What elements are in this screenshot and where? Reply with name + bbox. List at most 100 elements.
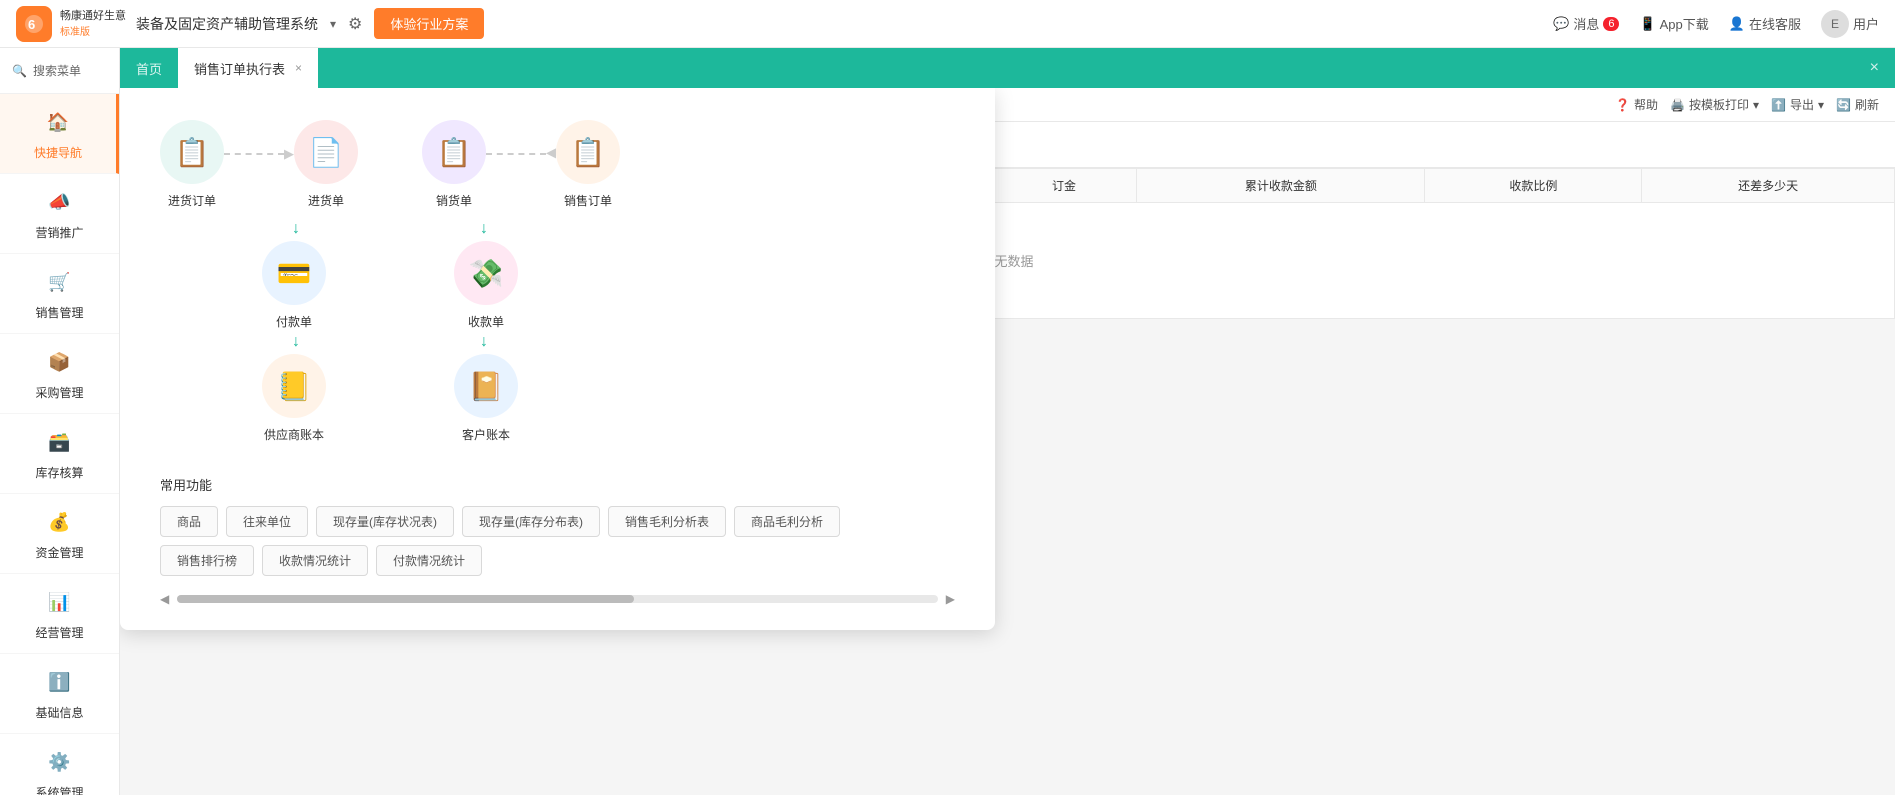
func-btn-receipt-stat[interactable]: 收款情况统计 bbox=[262, 545, 368, 576]
sidebar: 🔍 搜索菜单 🏠 快捷导航 📣 营销推广 🛒 销售管理 📦 采购管理 🗃️ 库存… bbox=[0, 48, 120, 795]
purchase-bill-circle: 📄 bbox=[294, 120, 358, 184]
online-service-label: 在线客服 bbox=[1749, 14, 1801, 33]
header-right: 💬 消息 6 📱 App下载 👤 在线客服 E 用户 bbox=[1553, 10, 1879, 38]
sales-order-circle: 📋 bbox=[556, 120, 620, 184]
flow-node-payment[interactable]: 💳 付款单 bbox=[262, 241, 326, 330]
search-icon: 🔍 bbox=[12, 64, 27, 78]
scroll-left-arrow[interactable]: ◀ bbox=[160, 592, 169, 606]
top-header: 6 畅康通好生意 标准版 装备及固定资产辅助管理系统 ▾ ⚙ 体验行业方案 💬 … bbox=[0, 0, 1895, 48]
system-icon: ⚙️ bbox=[44, 746, 76, 778]
common-functions-section: 常用功能 商品 往来单位 现存量(库存状况表) 现存量(库存分布表) 销售毛利分… bbox=[160, 475, 955, 576]
app-logo-icon: 6 bbox=[16, 6, 52, 42]
tab-bar: 首页 销售订单执行表 × × bbox=[120, 48, 1895, 88]
content-area: 首页 销售订单执行表 × × ❓ 帮助 🖨️ 按模板打印 ▾ bbox=[120, 48, 1895, 795]
sidebar-label-purchase: 采购管理 bbox=[35, 384, 83, 401]
sidebar-item-marketing[interactable]: 📣 营销推广 bbox=[0, 174, 119, 254]
sales-bill-label: 销货单 bbox=[436, 192, 472, 209]
settings-icon[interactable]: ⚙ bbox=[348, 14, 362, 34]
tab-close-icon[interactable]: × bbox=[295, 61, 302, 75]
scroll-track bbox=[177, 595, 938, 603]
func-btn-goods-margin[interactable]: 商品毛利分析 bbox=[734, 506, 840, 537]
sidebar-item-inventory[interactable]: 🗃️ 库存核算 bbox=[0, 414, 119, 494]
supplier-ledger-label: 供应商账本 bbox=[264, 426, 324, 443]
home-icon: 🏠 bbox=[42, 106, 74, 138]
purchase-icon: 📦 bbox=[44, 346, 76, 378]
scroll-thumb bbox=[177, 595, 633, 603]
online-service-icon: 👤 bbox=[1729, 16, 1745, 32]
logo-text: 畅康通好生意 bbox=[60, 9, 126, 23]
sidebar-item-finance[interactable]: 💰 资金管理 bbox=[0, 494, 119, 574]
basic-info-icon: ℹ️ bbox=[44, 666, 76, 698]
sales-order-label: 销售订单 bbox=[564, 192, 612, 209]
flow-node-purchase-bill[interactable]: 📄 进货单 bbox=[294, 120, 358, 209]
arrow-down-supplier: ↓ bbox=[292, 330, 300, 354]
func-btn-payment-stat[interactable]: 付款情况统计 bbox=[376, 545, 482, 576]
receipt-label: 收款单 bbox=[468, 313, 504, 330]
sidebar-item-sales[interactable]: 🛒 销售管理 bbox=[0, 254, 119, 334]
func-btn-stock-dist[interactable]: 现存量(库存分布表) bbox=[462, 506, 600, 537]
message-icon: 💬 bbox=[1553, 16, 1569, 32]
sidebar-label-inventory: 库存核算 bbox=[35, 464, 83, 481]
flow-node-sales-bill[interactable]: 📋 销货单 bbox=[422, 120, 486, 209]
search-menu-button[interactable]: 🔍 搜索菜单 bbox=[8, 58, 111, 83]
flow-node-supplier-ledger[interactable]: 📒 供应商账本 bbox=[262, 354, 326, 443]
marketing-icon: 📣 bbox=[44, 186, 76, 218]
flow-node-sales-order[interactable]: 📋 销售订单 bbox=[556, 120, 620, 209]
trial-button[interactable]: 体验行业方案 bbox=[374, 8, 484, 39]
sidebar-label-system: 系统管理 bbox=[35, 784, 83, 795]
sidebar-item-operations[interactable]: 📊 经营管理 bbox=[0, 574, 119, 654]
arrow-down-customer: ↓ bbox=[480, 330, 488, 354]
online-service-item[interactable]: 👤 在线客服 bbox=[1729, 14, 1801, 33]
header-center: 装备及固定资产辅助管理系统 ▾ ⚙ 体验行业方案 bbox=[136, 8, 1553, 39]
finance-icon: 💰 bbox=[44, 506, 76, 538]
sales-bill-circle: 📋 bbox=[422, 120, 486, 184]
app-download-icon: 📱 bbox=[1639, 16, 1655, 32]
sales-exec-tab-label: 销售订单执行表 bbox=[194, 59, 285, 78]
app-download-item[interactable]: 📱 App下载 bbox=[1639, 14, 1708, 33]
message-item[interactable]: 💬 消息 6 bbox=[1553, 14, 1619, 33]
svg-text:6: 6 bbox=[28, 17, 35, 32]
flow-node-purchase-order[interactable]: 📋 进货订单 bbox=[160, 120, 224, 209]
purchase-bill-label: 进货单 bbox=[308, 192, 344, 209]
sidebar-item-purchase[interactable]: 📦 采购管理 bbox=[0, 334, 119, 414]
customer-ledger-label: 客户账本 bbox=[462, 426, 510, 443]
func-buttons-row2: 销售排行榜 收款情况统计 付款情况统计 bbox=[160, 545, 955, 576]
operations-icon: 📊 bbox=[44, 586, 76, 618]
tab-sales-exec[interactable]: 销售订单执行表 × bbox=[178, 48, 318, 88]
sidebar-item-system[interactable]: ⚙️ 系统管理 bbox=[0, 734, 119, 795]
message-badge: 6 bbox=[1603, 17, 1619, 31]
purchase-order-circle: 📋 bbox=[160, 120, 224, 184]
tab-bar-close-icon[interactable]: × bbox=[1870, 59, 1879, 77]
main-layout: 🔍 搜索菜单 🏠 快捷导航 📣 营销推广 🛒 销售管理 📦 采购管理 🗃️ 库存… bbox=[0, 48, 1895, 795]
sidebar-item-basic-info[interactable]: ℹ️ 基础信息 bbox=[0, 654, 119, 734]
sidebar-label-finance: 资金管理 bbox=[35, 544, 83, 561]
user-item[interactable]: E 用户 bbox=[1821, 10, 1879, 38]
logo-area: 6 畅康通好生意 标准版 bbox=[16, 6, 136, 42]
flow-node-receipt[interactable]: 💸 收款单 bbox=[454, 241, 518, 330]
page-content: ❓ 帮助 🖨️ 按模板打印 ▾ ⬆️ 导出 ▾ 🔄 刷新 bbox=[120, 88, 1895, 795]
system-dropdown[interactable]: ▾ bbox=[330, 17, 336, 31]
sidebar-label-operations: 经营管理 bbox=[35, 624, 83, 641]
flow-node-customer-ledger[interactable]: 📔 客户账本 bbox=[454, 354, 518, 443]
sidebar-search-area[interactable]: 🔍 搜索菜单 bbox=[0, 48, 119, 94]
func-btn-stock-status[interactable]: 现存量(库存状况表) bbox=[316, 506, 454, 537]
func-btn-sales-rank[interactable]: 销售排行榜 bbox=[160, 545, 254, 576]
supplier-ledger-circle: 📒 bbox=[262, 354, 326, 418]
user-name: 用户 bbox=[1853, 14, 1879, 33]
func-btn-partners[interactable]: 往来单位 bbox=[226, 506, 308, 537]
home-tab-label: 首页 bbox=[136, 59, 162, 78]
sidebar-label-basic-info: 基础信息 bbox=[35, 704, 83, 721]
scroll-right-arrow[interactable]: ▶ bbox=[946, 592, 955, 606]
func-btn-sales-margin[interactable]: 销售毛利分析表 bbox=[608, 506, 726, 537]
quick-nav-panel: 📋 进货订单 ▶ bbox=[120, 88, 995, 630]
logo-sub: 标准版 bbox=[60, 23, 126, 38]
app-download-label: App下载 bbox=[1660, 14, 1709, 33]
system-name: 装备及固定资产辅助管理系统 bbox=[136, 14, 318, 34]
sales-icon: 🛒 bbox=[44, 266, 76, 298]
tab-home[interactable]: 首页 bbox=[120, 48, 178, 88]
func-btn-goods[interactable]: 商品 bbox=[160, 506, 218, 537]
func-buttons-row1: 商品 往来单位 现存量(库存状况表) 现存量(库存分布表) 销售毛利分析表 商品… bbox=[160, 506, 955, 537]
arrow-down-payment: ↓ bbox=[292, 217, 300, 241]
common-functions-title: 常用功能 bbox=[160, 475, 955, 494]
sidebar-item-quick-nav[interactable]: 🏠 快捷导航 bbox=[0, 94, 119, 174]
